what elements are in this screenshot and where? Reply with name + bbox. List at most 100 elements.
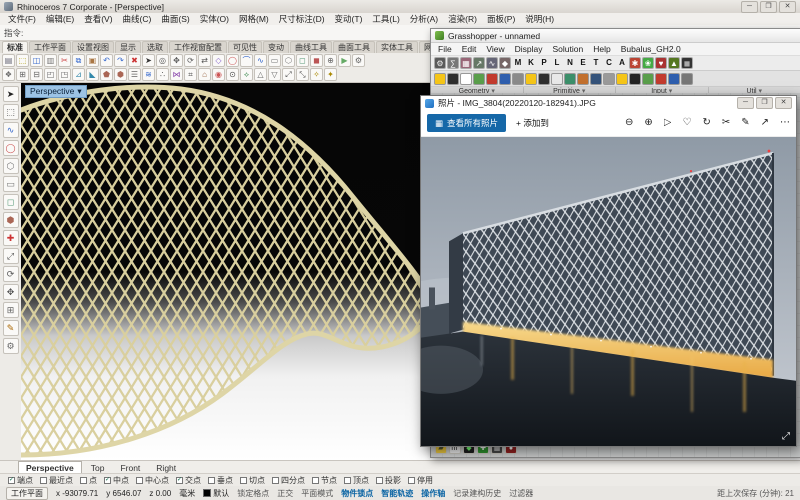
tab-E[interactable]: E [577, 57, 589, 69]
layer-indicator[interactable]: 默认 [203, 488, 229, 499]
toolbar-icon[interactable] [564, 73, 576, 85]
menu-item[interactable]: Help [588, 43, 615, 55]
toolbar-icon[interactable] [603, 73, 615, 85]
checkbox[interactable] [272, 477, 279, 484]
window-control-button[interactable]: ❐ [760, 1, 777, 13]
toolbar-icon[interactable]: ◣ [86, 68, 99, 81]
tab-K[interactable]: K [525, 57, 537, 69]
toolbar-icon[interactable] [590, 73, 602, 85]
grasshopper-title-bar[interactable]: Grasshopper - unnamed [431, 29, 800, 43]
menu-item[interactable]: Bubalus_GH2.0 [616, 43, 686, 55]
menu-item[interactable]: 分析(A) [405, 13, 443, 25]
status-toggle[interactable]: 平面模式 [301, 488, 333, 499]
checkbox[interactable] [376, 477, 383, 484]
toolbar-icon[interactable]: ⤢ [3, 248, 19, 264]
toolbar-icon[interactable]: ⬚ [16, 54, 29, 67]
checkbox[interactable] [80, 477, 87, 484]
menu-item[interactable]: 面板(P) [482, 13, 520, 25]
toolbar-icon[interactable]: ∑ [447, 57, 459, 69]
menu-item[interactable]: 渲染(R) [443, 13, 482, 25]
toolbar-icon[interactable]: ◫ [30, 54, 43, 67]
toolbar-icon[interactable]: ▤ [2, 54, 15, 67]
toolbar-icon[interactable]: ⟳ [184, 54, 197, 67]
osnap-option[interactable]: 点 [80, 475, 97, 486]
osnap-option[interactable]: 停用 [408, 475, 433, 486]
window-control-button[interactable]: ✕ [775, 97, 792, 109]
osnap-option[interactable]: ✓中点 [104, 475, 129, 486]
toolbar-icon[interactable] [473, 73, 485, 85]
toolbar-icon[interactable]: ✚ [3, 230, 19, 246]
toolbar-icon[interactable]: ⚙ [3, 338, 19, 354]
cplane-button[interactable]: 工作平面 [6, 487, 48, 500]
toolbar-icon[interactable]: ◼ [681, 57, 693, 69]
status-toggle[interactable]: 过滤器 [509, 488, 533, 499]
toolbar-icon[interactable]: ∿ [254, 54, 267, 67]
status-toggle[interactable]: 智能轨迹 [381, 488, 413, 499]
toolbar-icon[interactable]: ⬚ [3, 104, 19, 120]
checkbox[interactable]: ✓ [104, 477, 111, 484]
window-control-button[interactable]: ✕ [779, 1, 796, 13]
toolbar-icon[interactable]: ◻ [3, 194, 19, 210]
toolbar-icon[interactable]: ⬢ [3, 212, 19, 228]
units-label[interactable]: 毫米 [179, 488, 195, 499]
toolbar-icon[interactable] [577, 73, 589, 85]
photo-viewer[interactable]: ⤢ [421, 137, 796, 446]
toolbar-icon[interactable]: ▶ [338, 54, 351, 67]
osnap-option[interactable]: 垂点 [208, 475, 233, 486]
tab-C[interactable]: C [603, 57, 615, 69]
osnap-option[interactable]: 最近点 [40, 475, 73, 486]
toolbar-icon[interactable]: ◰ [44, 68, 57, 81]
viewport-title[interactable]: Perspective ▾ [25, 85, 87, 98]
toolbar-icon[interactable]: ⊞ [16, 68, 29, 81]
window-control-button[interactable]: ─ [737, 97, 754, 109]
toolbar-icon[interactable] [486, 73, 498, 85]
zoom-in-icon[interactable]: ⊕ [644, 116, 652, 130]
checkbox[interactable] [408, 477, 415, 484]
toolbar-icon[interactable]: ◯ [226, 54, 239, 67]
toolbar-icon[interactable] [551, 73, 563, 85]
toolbar-icon[interactable]: ✱ [629, 57, 641, 69]
toolbar-tab[interactable]: 选取 [142, 41, 168, 53]
checkbox[interactable] [344, 477, 351, 484]
toolbar-tab[interactable]: 工作平面 [29, 41, 71, 53]
more-icon[interactable]: ⋯ [780, 116, 790, 130]
toolbar-icon[interactable]: ⊕ [324, 54, 337, 67]
toolbar-icon[interactable] [525, 73, 537, 85]
osnap-option[interactable]: 投影 [376, 475, 401, 486]
toolbar-icon[interactable]: ⬡ [282, 54, 295, 67]
menu-item[interactable]: 尺寸标注(D) [274, 13, 330, 25]
toolbar-icon[interactable] [512, 73, 524, 85]
toolbar-icon[interactable]: ∿ [486, 57, 498, 69]
checkbox[interactable] [40, 477, 47, 484]
menu-item[interactable]: File [433, 43, 457, 55]
toolbar-icon[interactable] [642, 73, 654, 85]
toolbar-icon[interactable]: ☰ [128, 68, 141, 81]
toolbar-icon[interactable]: ◯ [3, 140, 19, 156]
osnap-option[interactable]: 节点 [312, 475, 337, 486]
toolbar-icon[interactable]: ⟳ [3, 266, 19, 282]
menu-item[interactable]: 网格(M) [234, 13, 274, 25]
toolbar-icon[interactable]: ▣ [86, 54, 99, 67]
toolbar-icon[interactable]: ◎ [156, 54, 169, 67]
toolbar-icon[interactable]: ➤ [3, 86, 19, 102]
osnap-option[interactable]: 中心点 [136, 475, 169, 486]
checkbox[interactable] [312, 477, 319, 484]
toolbar-icon[interactable]: ✂ [58, 54, 71, 67]
menu-item[interactable]: 工具(L) [367, 13, 404, 25]
edit-icon[interactable]: ✎ [741, 116, 749, 130]
zoom-out-icon[interactable]: ⊖ [625, 116, 633, 130]
toolbar-icon[interactable]: ⚙ [434, 57, 446, 69]
toolbar-icon[interactable]: ▭ [3, 176, 19, 192]
toolbar-icon[interactable]: ♥ [655, 57, 667, 69]
toolbar-tab[interactable]: 设置视图 [72, 41, 114, 53]
toolbar-icon[interactable]: ✥ [170, 54, 183, 67]
toolbar-icon[interactable] [499, 73, 511, 85]
toolbar-icon[interactable] [668, 73, 680, 85]
toolbar-icon[interactable]: ➤ [142, 54, 155, 67]
checkbox[interactable] [136, 477, 143, 484]
crop-icon[interactable]: ✂ [722, 116, 730, 130]
window-control-button[interactable]: ❐ [756, 97, 773, 109]
add-to-button[interactable]: + 添加到 [516, 117, 549, 129]
menu-item[interactable]: 曲线(C) [118, 13, 157, 25]
toolbar-icon[interactable]: ▽ [268, 68, 281, 81]
